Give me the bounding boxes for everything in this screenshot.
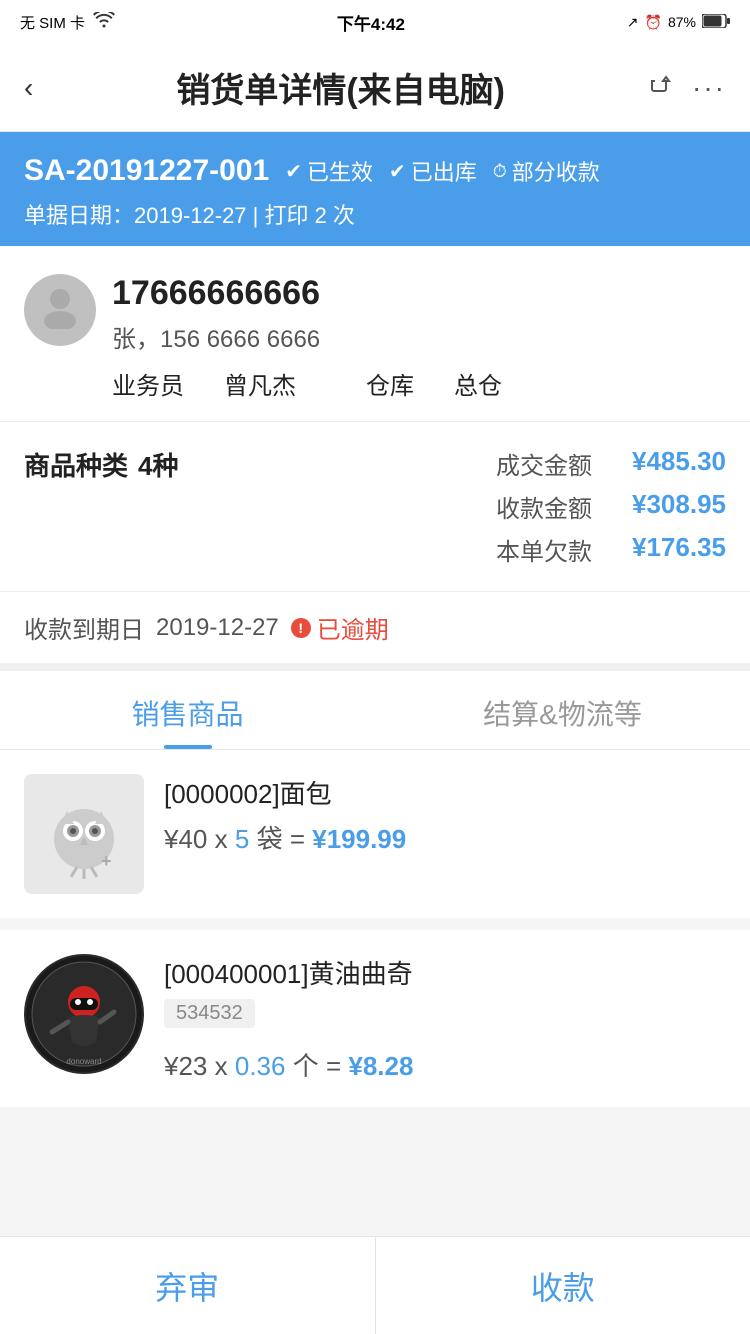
customer-phone: 17666666666 — [112, 274, 726, 313]
qty-2: 0.36 — [235, 1051, 286, 1081]
status-label-1: 已生效 — [307, 155, 373, 187]
overdue-badge: ! 已逾期 — [291, 610, 389, 645]
wifi-icon — [93, 12, 115, 32]
deal-amount: ¥485.30 — [632, 446, 726, 481]
stats-section: 商品种类 4种 成交金额 ¥485.30 收款金额 ¥308.95 本单欠款 ¥… — [0, 422, 750, 592]
status-bar: 无 SIM 卡 下午4:42 ↗ ⏰ 87% — [0, 0, 750, 44]
product-info-2: [000400001]黄油曲奇 534532 ¥23 x 0.36 个 = ¥8… — [164, 954, 726, 1083]
unit-1: 袋 — [257, 824, 283, 854]
cancel-button[interactable]: 弃审 — [0, 1237, 376, 1334]
clock-icon: ⏱ — [493, 161, 507, 182]
product-name-2: [000400001]黄油曲奇 — [164, 954, 726, 991]
product-price-1: ¥40 x 5 袋 = ¥199.99 — [164, 819, 726, 856]
tabs-bar: 销售商品 结算&物流等 — [0, 671, 750, 750]
unit-price-2: ¥23 — [164, 1051, 207, 1081]
debt-amount-row: 本单欠款 ¥176.35 — [496, 532, 726, 567]
more-button[interactable]: ··· — [692, 72, 726, 104]
deal-amount-row: 成交金额 ¥485.30 — [496, 446, 726, 481]
avatar-icon — [36, 281, 84, 339]
overdue-badge-text: 已逾期 — [317, 610, 389, 645]
customer-section: 17666666666 张，156 6666 6666 业务员 曾凡杰 仓库 总… — [0, 246, 750, 422]
product-thumbnail-1: + — [24, 774, 144, 894]
carrier-text: 无 SIM 卡 — [20, 12, 85, 33]
list-item: + [0000002]面包 ¥40 x 5 袋 = ¥199.99 — [0, 750, 750, 918]
battery-icon — [702, 14, 730, 31]
status-badge-3: ⏱ 部分收款 — [493, 155, 600, 187]
status-badge-1: ✔ 已生效 — [285, 155, 373, 187]
overdue-label: 收款到期日 — [24, 610, 144, 645]
receipt-amount: ¥308.95 — [632, 489, 726, 524]
overdue-section: 收款到期日 2019-12-27 ! 已逾期 — [0, 592, 750, 671]
bottom-spacer — [0, 1119, 750, 1217]
nav-bar: ‹ 销货单详情(来自电脑) ··· — [0, 44, 750, 132]
qty-1: 5 — [235, 824, 249, 854]
sales-label: 业务员 — [112, 366, 184, 401]
warehouse-value: 总仓 — [454, 366, 502, 401]
status-label-2: 已出库 — [411, 155, 477, 187]
customer-name: 张，156 6666 6666 — [112, 319, 726, 354]
product-price-2: ¥23 x 0.36 个 = ¥8.28 — [164, 1046, 726, 1083]
nav-actions: ··· — [648, 72, 726, 104]
tab-products[interactable]: 销售商品 — [0, 671, 375, 749]
product-list: + [0000002]面包 ¥40 x 5 袋 = ¥199.99 — [0, 750, 750, 1217]
overdue-date: 2019-12-27 — [156, 614, 279, 642]
customer-meta: 业务员 曾凡杰 仓库 总仓 — [112, 366, 726, 401]
unit-2: 个 — [293, 1051, 319, 1081]
product-name-1: [0000002]面包 — [164, 774, 726, 811]
unit-price-1: ¥40 — [164, 824, 207, 854]
debt-amount: ¥176.35 — [632, 532, 726, 567]
stats-left: 商品种类 4种 — [24, 446, 178, 483]
alarm-icon: ⏰ — [645, 14, 662, 31]
receipt-amount-label: 收款金额 — [496, 489, 592, 524]
battery-text: 87% — [668, 14, 696, 30]
status-label-3: 部分收款 — [512, 155, 600, 187]
back-button[interactable]: ‹ — [24, 72, 33, 104]
customer-info: 17666666666 张，156 6666 6666 业务员 曾凡杰 仓库 总… — [112, 274, 726, 401]
product-tag-2: 534532 — [164, 999, 255, 1028]
confirm-button[interactable]: 收款 — [376, 1237, 750, 1334]
status-badge-2: ✔ 已出库 — [389, 155, 477, 187]
product-info-1: [0000002]面包 ¥40 x 5 袋 = ¥199.99 — [164, 774, 726, 856]
product-types-count: 4种 — [138, 446, 178, 483]
receipt-amount-row: 收款金额 ¥308.95 — [496, 489, 726, 524]
order-header: SA-20191227-001 ✔ 已生效 ✔ 已出库 ⏱ 部分收款 单据日期：… — [0, 132, 750, 246]
status-right: ↗ ⏰ 87% — [627, 14, 730, 31]
warehouse-label: 仓库 — [366, 366, 414, 401]
product-types-label: 商品种类 — [24, 446, 128, 483]
bottom-bar: 弃审 收款 — [0, 1236, 750, 1334]
list-item: donoward [000400001]黄油曲奇 534532 ¥23 x 0.… — [0, 930, 750, 1107]
stats-right: 成交金额 ¥485.30 收款金额 ¥308.95 本单欠款 ¥176.35 — [496, 446, 726, 567]
page-title: 销货单详情(来自电脑) — [176, 63, 505, 112]
check-icon-2: ✔ — [389, 159, 406, 184]
total-2: ¥8.28 — [348, 1051, 413, 1081]
tab-settlement[interactable]: 结算&物流等 — [375, 671, 750, 749]
check-icon-1: ✔ — [285, 159, 302, 184]
svg-text:donoward: donoward — [66, 1057, 101, 1066]
avatar — [24, 274, 96, 346]
deal-amount-label: 成交金额 — [496, 446, 592, 481]
location-icon: ↗ — [627, 14, 639, 31]
order-header-top: SA-20191227-001 ✔ 已生效 ✔ 已出库 ⏱ 部分收款 — [24, 154, 726, 188]
debt-amount-label: 本单欠款 — [496, 532, 592, 567]
status-time: 下午4:42 — [337, 10, 405, 35]
order-meta: 单据日期：2019-12-27 | 打印 2 次 — [24, 198, 726, 230]
product-thumbnail-2: donoward — [24, 954, 144, 1074]
sales-person: 曾凡杰 — [224, 366, 296, 401]
overdue-dot-icon: ! — [291, 618, 311, 638]
status-left: 无 SIM 卡 — [20, 12, 115, 33]
order-id: SA-20191227-001 — [24, 154, 269, 188]
svg-text:+: + — [101, 851, 112, 871]
total-1: ¥199.99 — [312, 824, 406, 854]
share-button[interactable] — [648, 73, 672, 103]
